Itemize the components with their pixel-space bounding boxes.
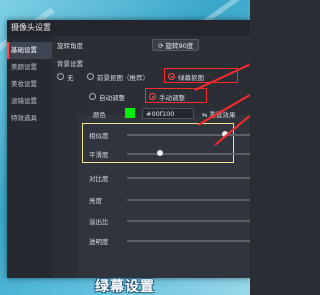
caption-title: 绿幕设置: [95, 279, 155, 295]
slider-label-similarity: 相似度: [89, 132, 109, 140]
screenshot-frame: 摄像头设置 基础设置 美颜设置 美妆设置 滤镜设置 特效道具 旋转角度 ⟳ 旋转…: [0, 0, 250, 295]
bg-foreground-label: 前景抠图（推荐）: [97, 74, 149, 82]
bg-foreground-radio[interactable]: [87, 73, 94, 80]
smoothness-slider[interactable]: [127, 153, 250, 155]
sidebar-item-beauty[interactable]: 美颜设置: [7, 59, 52, 76]
sidebar-item-basic[interactable]: 基础设置: [7, 42, 52, 59]
window-title: 摄像头设置: [7, 20, 250, 36]
main-content: 旋转角度 ⟳ 旋转90度 背景设置 无 前景抠图（推荐） 绿幕抠图 自动调整 手…: [52, 36, 250, 278]
rotate-button-label: 旋转90度: [165, 42, 194, 50]
rotate-90-button[interactable]: ⟳ 旋转90度: [152, 39, 200, 51]
background-label: 背景设置: [57, 60, 83, 68]
bg-none-radio[interactable]: [57, 73, 64, 80]
auto-adjust-radio[interactable]: [89, 93, 96, 100]
smoothness-knob[interactable]: [156, 150, 163, 156]
slider-label-spill: 溢出比: [89, 218, 109, 226]
color-swatch[interactable]: [125, 108, 135, 118]
greenscreen-panel: 自动调整 手动调整 颜色 #00f100 ⇆ 重置效果 相似度 平滑度 对比度: [77, 88, 250, 278]
slider-label-opacity: 透明度: [89, 238, 109, 246]
settings-window: 摄像头设置 基础设置 美颜设置 美妆设置 滤镜设置 特效道具 旋转角度 ⟳ 旋转…: [7, 20, 250, 278]
opacity-slider[interactable]: [127, 240, 250, 242]
similarity-slider[interactable]: [127, 134, 250, 136]
sidebar-item-filter[interactable]: 滤镜设置: [7, 93, 52, 110]
rotation-label: 旋转角度: [57, 42, 83, 50]
spill-slider[interactable]: [127, 220, 250, 222]
sidebar: 基础设置 美颜设置 美妆设置 滤镜设置 特效道具: [7, 36, 52, 278]
sidebar-item-makeup[interactable]: 美妆设置: [7, 76, 52, 93]
sidebar-item-effects[interactable]: 特效道具: [7, 110, 52, 127]
color-label: 颜色: [93, 111, 106, 119]
auto-adjust-label: 自动调整: [99, 94, 125, 102]
slider-label-smoothness: 平滑度: [89, 151, 109, 159]
highlight-manual: [145, 88, 207, 103]
brightness-slider[interactable]: [127, 199, 250, 201]
slider-label-brightness: 亮度: [89, 197, 102, 205]
color-hex-input[interactable]: #00f100: [142, 108, 194, 119]
bg-none-label: 无: [67, 74, 74, 82]
contrast-slider[interactable]: [127, 177, 250, 179]
slider-label-contrast: 对比度: [89, 175, 109, 183]
